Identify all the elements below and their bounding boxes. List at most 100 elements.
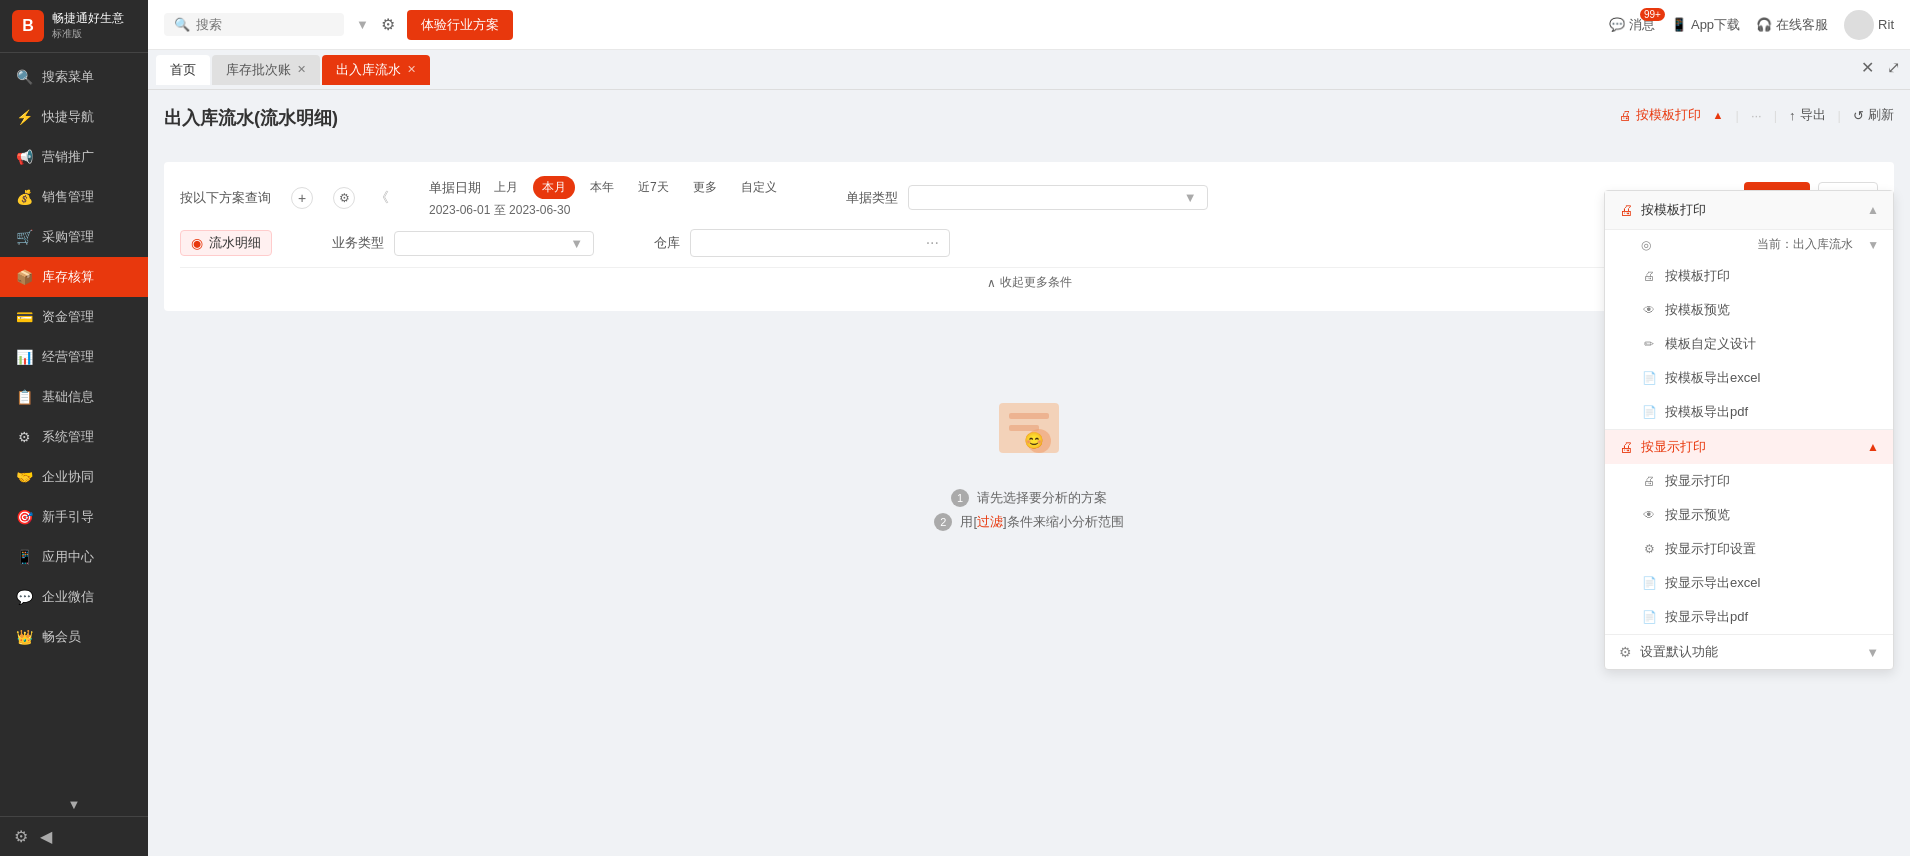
filter-add-button[interactable]: + <box>291 187 313 209</box>
sidebar-item-cooperation[interactable]: 🤝 企业协同 <box>0 457 148 497</box>
search-input[interactable] <box>196 17 316 32</box>
sidebar-item-wechat[interactable]: 💬 企业微信 <box>0 577 148 617</box>
appstore-icon: 📱 <box>14 547 34 567</box>
display-settings-icon: ⚙ <box>1641 541 1657 557</box>
sidebar: B 畅捷通好生意 标准版 🔍 搜索菜单 ⚡ 快捷导航 📢 营销推广 💰 <box>0 0 148 856</box>
sidebar-item-inventory[interactable]: 📦 库存核算 <box>0 257 148 297</box>
sidebar-item-sales[interactable]: 💰 销售管理 <box>0 177 148 217</box>
dropdown-display-export-excel[interactable]: 📄 按显示导出excel <box>1605 566 1893 600</box>
date-range-display: 2023-06-01 至 2023-06-30 <box>429 202 570 219</box>
main-area: 🔍 ▼ ⚙ 体验行业方案 💬 消息 99+ 📱 App下载 🎧 在 <box>148 0 1910 856</box>
sidebar-item-search[interactable]: 🔍 搜索菜单 <box>0 57 148 97</box>
tab-inventory-flow[interactable]: 出入库流水 ✕ <box>322 55 430 85</box>
dropdown-template-export-excel[interactable]: 📄 按模板导出excel <box>1605 361 1893 395</box>
user-profile[interactable]: Rit <box>1844 10 1894 40</box>
system-icon: ⚙ <box>14 427 34 447</box>
bill-type-select[interactable]: ▼ <box>908 185 1208 210</box>
dropdown-header-chevron: ▲ <box>1867 203 1879 217</box>
business-type-select[interactable]: ▼ <box>394 231 594 256</box>
divider3: | <box>1838 108 1841 123</box>
tab-home[interactable]: 首页 <box>156 55 210 85</box>
current-icon: ◎ <box>1641 238 1751 252</box>
dropdown-display-print[interactable]: 🖨 按显示打印 <box>1605 464 1893 498</box>
dropdown-current-item[interactable]: ◎ 当前：出入库流水 ▼ <box>1605 230 1893 259</box>
topbar: 🔍 ▼ ⚙ 体验行业方案 💬 消息 99+ 📱 App下载 🎧 在 <box>148 0 1910 50</box>
divider1: | <box>1735 108 1738 123</box>
date-btn-last-month[interactable]: 上月 <box>485 176 527 199</box>
date-btn-more[interactable]: 更多 <box>684 176 726 199</box>
cooperation-icon: 🤝 <box>14 467 34 487</box>
topbar-gear-icon[interactable]: ⚙ <box>381 15 395 34</box>
empty-step2: 2 用[过滤]条件来缩小分析范围 <box>934 513 1123 531</box>
online-service-item[interactable]: 🎧 在线客服 <box>1756 16 1828 34</box>
vip-icon: 👑 <box>14 627 34 647</box>
industry-btn[interactable]: 体验行业方案 <box>407 10 513 40</box>
divider2: | <box>1774 108 1777 123</box>
sidebar-item-guide[interactable]: 🎯 新手引导 <box>0 497 148 537</box>
refresh-button[interactable]: ↺ 刷新 <box>1853 106 1894 124</box>
date-btn-7days[interactable]: 近7天 <box>629 176 678 199</box>
print-dropdown-chevron[interactable]: ▲ <box>1713 109 1724 121</box>
sidebar-item-vip[interactable]: 👑 畅会员 <box>0 617 148 657</box>
dropdown-display-preview[interactable]: 👁 按显示预览 <box>1605 498 1893 532</box>
sidebar-item-finance[interactable]: 💳 资金管理 <box>0 297 148 337</box>
dropdown-footer[interactable]: ⚙ 设置默认功能 ▼ <box>1605 635 1893 669</box>
tabbar: 首页 库存批次账 ✕ 出入库流水 ✕ ✕ ⤢ <box>148 50 1910 90</box>
app-download-item[interactable]: 📱 App下载 <box>1671 16 1740 34</box>
display-section-icon: 🖨 <box>1619 439 1633 455</box>
settings-icon[interactable]: ⚙ <box>14 827 28 846</box>
current-chevron: ▼ <box>1867 238 1879 252</box>
topbar-dropdown-icon[interactable]: ▼ <box>356 17 369 32</box>
warehouse-select[interactable]: ··· <box>690 229 950 257</box>
warehouse-group: 仓库 ··· <box>654 229 950 257</box>
page-content: 出入库流水(流水明细) 🖨 按模板打印 ▲ | ··· | ↑ 导出 | ↺ <box>148 90 1910 856</box>
sidebar-scroll-down[interactable]: ▼ <box>0 793 148 816</box>
avatar <box>1844 10 1874 40</box>
sidebar-menu: 🔍 搜索菜单 ⚡ 快捷导航 📢 营销推广 💰 销售管理 🛒 采购管理 📦 <box>0 53 148 793</box>
display-pdf-icon: 📄 <box>1641 609 1657 625</box>
sidebar-item-marketing[interactable]: 📢 营销推广 <box>0 137 148 177</box>
display-excel-icon: 📄 <box>1641 575 1657 591</box>
dropdown-display-export-pdf[interactable]: 📄 按显示导出pdf <box>1605 600 1893 634</box>
export-button[interactable]: ↑ 导出 <box>1789 106 1826 124</box>
template-pdf-icon: 📄 <box>1641 404 1657 420</box>
dropdown-template-preview[interactable]: 👁 按模板预览 <box>1605 293 1893 327</box>
date-btn-this-month[interactable]: 本月 <box>533 176 575 199</box>
sidebar-item-operation[interactable]: 📊 经营管理 <box>0 337 148 377</box>
flow-detail-tag[interactable]: ◉ 流水明细 <box>180 230 272 256</box>
topbar-search-box[interactable]: 🔍 <box>164 13 344 36</box>
tabbar-expand-button[interactable]: ⤢ <box>1887 58 1900 77</box>
basic-icon: 📋 <box>14 387 34 407</box>
tabbar-close-button[interactable]: ✕ <box>1861 58 1874 77</box>
dropdown-template-print[interactable]: 🖨 按模板打印 <box>1605 259 1893 293</box>
date-btn-this-year[interactable]: 本年 <box>581 176 623 199</box>
sidebar-footer: ⚙ ◀ <box>0 816 148 856</box>
dropdown-footer-icon: ⚙ <box>1619 644 1632 660</box>
sidebar-item-system[interactable]: ⚙ 系统管理 <box>0 417 148 457</box>
filter-collapse-button[interactable]: 《 <box>375 189 389 207</box>
sidebar-item-basic[interactable]: 📋 基础信息 <box>0 377 148 417</box>
shortcut-icon: ⚡ <box>14 107 34 127</box>
flow-detail-tag-container: ◉ 流水明细 <box>180 230 272 256</box>
collapse-sidebar-icon[interactable]: ◀ <box>40 827 52 846</box>
app-icon: 📱 <box>1671 17 1687 32</box>
dropdown-template-export-pdf[interactable]: 📄 按模板导出pdf <box>1605 395 1893 429</box>
dropdown-template-custom[interactable]: ✏ 模板自定义设计 <box>1605 327 1893 361</box>
sidebar-item-shortcut[interactable]: ⚡ 快捷导航 <box>0 97 148 137</box>
sidebar-item-purchase[interactable]: 🛒 采购管理 <box>0 217 148 257</box>
template-excel-icon: 📄 <box>1641 370 1657 386</box>
date-btn-custom[interactable]: 自定义 <box>732 176 786 199</box>
print-template-button[interactable]: 🖨 按模板打印 <box>1619 106 1701 124</box>
message-item[interactable]: 💬 消息 99+ <box>1609 16 1655 34</box>
filter-settings-button[interactable]: ⚙ <box>333 187 355 209</box>
tab-close-inventory-batch[interactable]: ✕ <box>297 63 306 76</box>
page-toolbar: 🖨 按模板打印 ▲ | ··· | ↑ 导出 | ↺ 刷新 <box>1619 106 1894 124</box>
template-custom-icon: ✏ <box>1641 336 1657 352</box>
dropdown-display-print-settings[interactable]: ⚙ 按显示打印设置 <box>1605 532 1893 566</box>
tab-inventory-batch[interactable]: 库存批次账 ✕ <box>212 55 320 85</box>
search-icon: 🔍 <box>14 67 34 87</box>
dropdown-display-section-header[interactable]: 🖨 按显示打印 ▲ <box>1605 430 1893 464</box>
tab-close-inventory-flow[interactable]: ✕ <box>407 63 416 76</box>
sidebar-item-appstore[interactable]: 📱 应用中心 <box>0 537 148 577</box>
dropdown-header[interactable]: 🖨 按模板打印 ▲ <box>1605 191 1893 230</box>
